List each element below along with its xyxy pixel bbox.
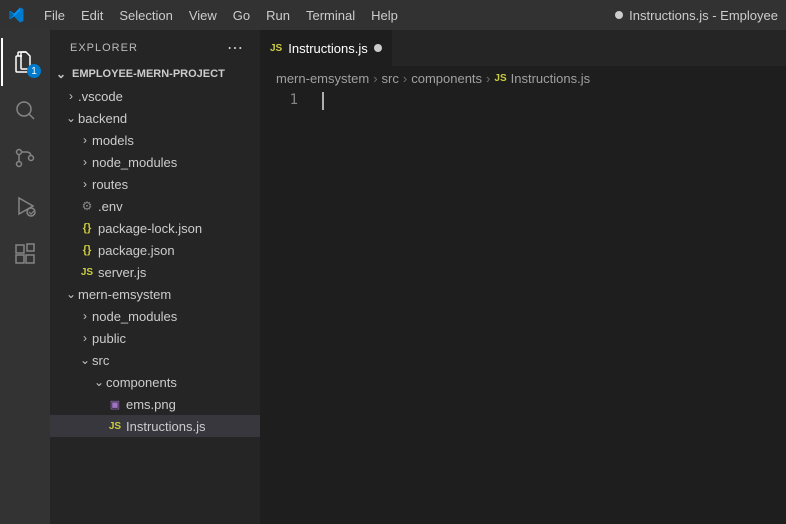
tree-folder-node-modules-2[interactable]: ›node_modules xyxy=(50,305,260,327)
editor-body[interactable]: 1 xyxy=(260,90,786,524)
vscode-logo-icon xyxy=(8,7,24,23)
sidebar-title: EXPLORER xyxy=(70,42,138,54)
chevron-right-icon: › xyxy=(78,177,92,191)
tree-file-package-lock[interactable]: {}package-lock.json xyxy=(50,217,260,239)
js-icon: JS xyxy=(270,43,282,54)
tab-label: Instructions.js xyxy=(288,41,367,56)
gear-icon: ⚙ xyxy=(78,199,96,213)
activity-search[interactable] xyxy=(1,86,49,134)
dirty-indicator-icon xyxy=(374,44,382,52)
menu-terminal[interactable]: Terminal xyxy=(298,0,363,30)
menu-help[interactable]: Help xyxy=(363,0,406,30)
editor-tabs: JS Instructions.js xyxy=(260,30,786,66)
code-area[interactable] xyxy=(322,90,786,524)
menu-selection[interactable]: Selection xyxy=(111,0,180,30)
explorer-section-header[interactable]: ⌄ EMPLOYEE-MERN-PROJECT xyxy=(50,65,260,83)
crumb-components[interactable]: components xyxy=(411,71,482,86)
menu-edit[interactable]: Edit xyxy=(73,0,111,30)
tree-file-ems-png[interactable]: ▣ems.png xyxy=(50,393,260,415)
workspace-name: EMPLOYEE-MERN-PROJECT xyxy=(72,68,225,80)
activity-explorer[interactable]: 1 xyxy=(1,38,49,86)
activity-run-debug[interactable] xyxy=(1,182,49,230)
sidebar-header: EXPLORER ⋯ xyxy=(50,30,260,65)
tree-folder-models[interactable]: ›models xyxy=(50,129,260,151)
activity-source-control[interactable] xyxy=(1,134,49,182)
tree-file-instructions-js[interactable]: JSInstructions.js xyxy=(50,415,260,437)
tree-file-server-js[interactable]: JSserver.js xyxy=(50,261,260,283)
dirty-indicator-icon xyxy=(615,11,623,19)
tree-file-package-json[interactable]: {}package.json xyxy=(50,239,260,261)
chevron-right-icon: › xyxy=(78,309,92,323)
tree-folder-src[interactable]: ⌄src xyxy=(50,349,260,371)
window-title: Instructions.js - Employee xyxy=(406,8,786,23)
line-gutter: 1 xyxy=(260,90,322,524)
chevron-down-icon: ⌄ xyxy=(64,287,78,301)
explorer-badge: 1 xyxy=(27,64,41,78)
menu-file[interactable]: File xyxy=(36,0,73,30)
tab-instructions-js[interactable]: JS Instructions.js xyxy=(260,30,393,66)
menu-view[interactable]: View xyxy=(181,0,225,30)
menu-bar: File Edit Selection View Go Run Terminal… xyxy=(0,0,786,30)
tree-folder-vscode[interactable]: ›.vscode xyxy=(50,85,260,107)
tree-folder-components[interactable]: ⌄components xyxy=(50,371,260,393)
chevron-right-icon: › xyxy=(403,71,407,86)
sidebar: EXPLORER ⋯ ⌄ EMPLOYEE-MERN-PROJECT ›.vsc… xyxy=(50,30,260,524)
chevron-right-icon: › xyxy=(64,89,78,103)
json-icon: {} xyxy=(78,222,96,234)
tree-folder-node-modules[interactable]: ›node_modules xyxy=(50,151,260,173)
activity-extensions[interactable] xyxy=(1,230,49,278)
chevron-right-icon: › xyxy=(373,71,377,86)
editor-area: JS Instructions.js mern-emsystem › src ›… xyxy=(260,30,786,524)
menu-run[interactable]: Run xyxy=(258,0,298,30)
file-tree: ›.vscode ⌄backend ›models ›node_modules … xyxy=(50,83,260,437)
chevron-right-icon: › xyxy=(78,133,92,147)
chevron-right-icon: › xyxy=(78,155,92,169)
line-number: 1 xyxy=(260,92,298,108)
tree-file-env[interactable]: ⚙.env xyxy=(50,195,260,217)
crumb-mern-emsystem[interactable]: mern-emsystem xyxy=(276,71,369,86)
js-icon: JS xyxy=(78,267,96,278)
chevron-down-icon: ⌄ xyxy=(64,111,78,125)
window-title-text: Instructions.js - Employee xyxy=(629,8,778,23)
chevron-down-icon: ⌄ xyxy=(54,67,68,81)
menu-go[interactable]: Go xyxy=(225,0,258,30)
js-icon: JS xyxy=(106,421,124,432)
breadcrumbs: mern-emsystem › src › components › JS In… xyxy=(260,66,786,90)
js-icon: JS xyxy=(494,73,506,84)
image-icon: ▣ xyxy=(106,398,124,411)
chevron-down-icon: ⌄ xyxy=(92,375,106,389)
sidebar-more-icon[interactable]: ⋯ xyxy=(227,38,244,58)
chevron-right-icon: › xyxy=(486,71,490,86)
json-icon: {} xyxy=(78,244,96,256)
chevron-down-icon: ⌄ xyxy=(78,353,92,367)
activity-bar: 1 xyxy=(0,30,50,524)
tree-folder-mern-emsystem[interactable]: ⌄mern-emsystem xyxy=(50,283,260,305)
tree-folder-public[interactable]: ›public xyxy=(50,327,260,349)
text-cursor-icon xyxy=(322,92,324,110)
crumb-src[interactable]: src xyxy=(382,71,399,86)
tree-folder-routes[interactable]: ›routes xyxy=(50,173,260,195)
crumb-instructions-js[interactable]: Instructions.js xyxy=(511,71,590,86)
chevron-right-icon: › xyxy=(78,331,92,345)
tree-folder-backend[interactable]: ⌄backend xyxy=(50,107,260,129)
